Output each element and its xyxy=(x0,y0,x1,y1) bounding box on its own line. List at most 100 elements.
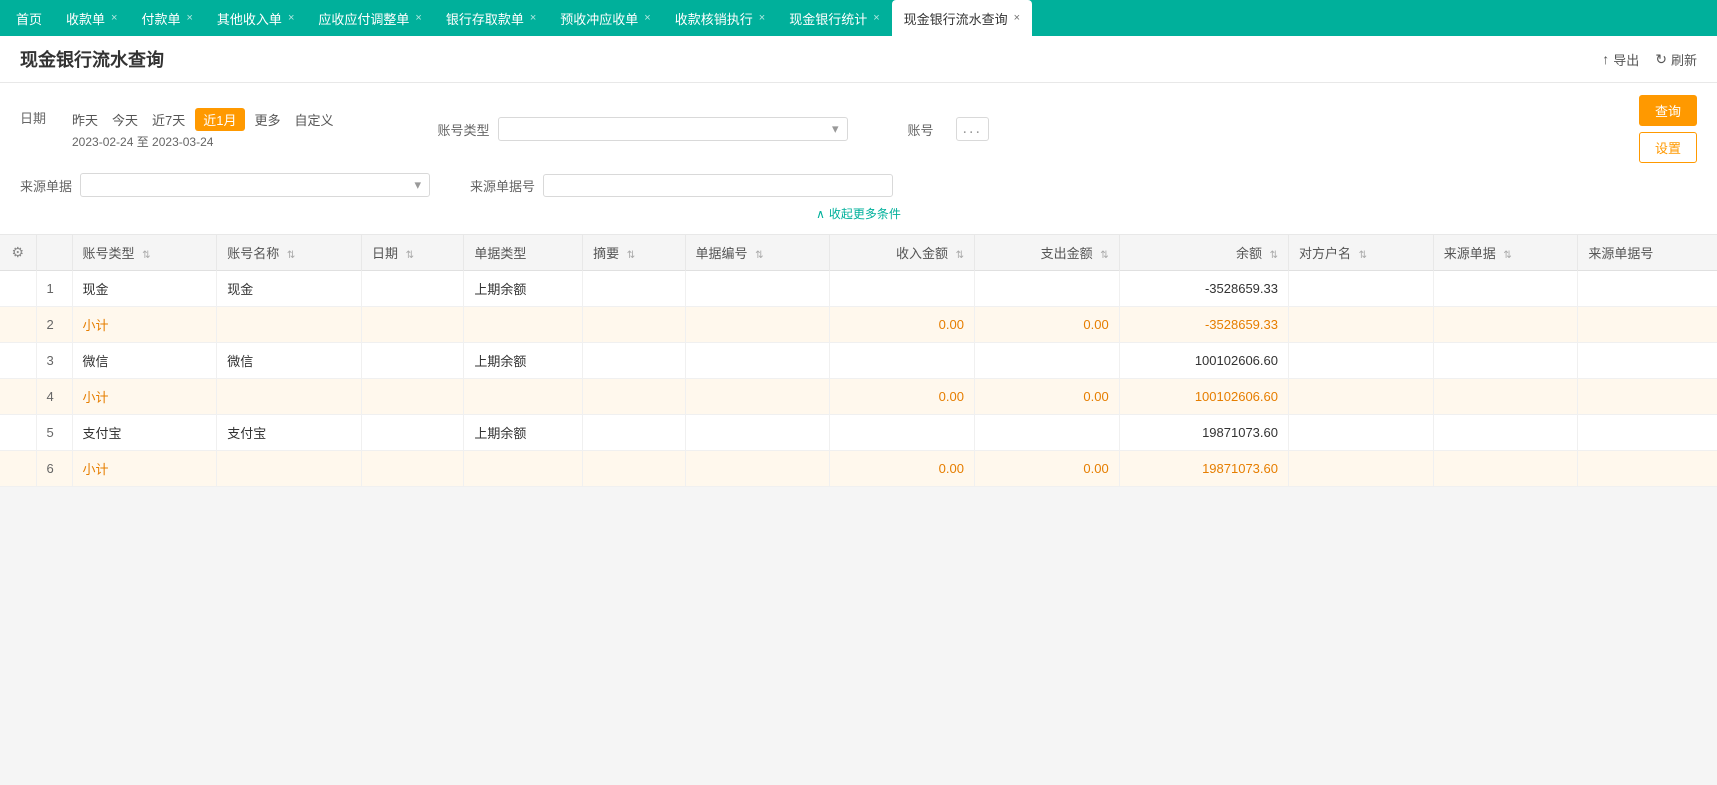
th-doc-num-sort: ⇅ xyxy=(755,250,763,261)
td-balance: 19871073.60 xyxy=(1119,415,1288,451)
th-account-type[interactable]: 账号类型 ⇅ xyxy=(72,235,217,271)
td-expense: 0.00 xyxy=(974,379,1119,415)
th-doc-type[interactable]: 单据类型 xyxy=(464,235,583,271)
export-button[interactable]: ↑ 导出 xyxy=(1602,50,1639,69)
td-income xyxy=(830,415,975,451)
collapse-bar[interactable]: ∧ 收起更多条件 xyxy=(20,201,1697,222)
th-source-doc-num[interactable]: 来源单据号 xyxy=(1578,235,1717,271)
th-expense[interactable]: 支出金额 ⇅ xyxy=(974,235,1119,271)
date-1month[interactable]: 近1月 xyxy=(195,108,244,131)
nav-prepay[interactable]: 预收冲应收单 × xyxy=(548,0,662,36)
th-income[interactable]: 收入金额 ⇅ xyxy=(830,235,975,271)
source-doc-chevron: ▾ xyxy=(414,177,421,193)
td-doc-num xyxy=(685,307,830,343)
nav-prepay-close[interactable]: × xyxy=(644,12,650,24)
nav-ar-adjust-close[interactable]: × xyxy=(415,12,421,24)
nav-other-income-close[interactable]: × xyxy=(288,12,294,24)
table-header-row: ⚙ 账号类型 ⇅ 账号名称 ⇅ 日期 ⇅ 单据类型 xyxy=(0,235,1717,271)
date-custom[interactable]: 自定义 xyxy=(291,108,338,131)
nav-bank-stats[interactable]: 现金银行统计 × xyxy=(777,0,891,36)
table-row[interactable]: 2小计0.000.00-3528659.33 xyxy=(0,307,1717,343)
th-date[interactable]: 日期 ⇅ xyxy=(361,235,463,271)
th-expense-sort: ⇅ xyxy=(1100,250,1108,261)
table-row[interactable]: 4小计0.000.00100102606.60 xyxy=(0,379,1717,415)
td-account-name xyxy=(217,451,362,487)
td-gear xyxy=(0,343,36,379)
nav-bank-deposit-close[interactable]: × xyxy=(530,12,536,24)
nav-bank-flow-close[interactable]: × xyxy=(1014,12,1020,24)
th-balance[interactable]: 余额 ⇅ xyxy=(1119,235,1288,271)
td-source-doc-num xyxy=(1578,379,1717,415)
td-date xyxy=(361,451,463,487)
th-doc-type-label: 单据类型 xyxy=(474,246,526,261)
nav-writeoff[interactable]: 收款核销执行 × xyxy=(663,0,777,36)
filter-row-2: 来源单据 ▾ 来源单据号 xyxy=(20,173,1697,197)
date-more[interactable]: 更多 xyxy=(251,108,285,131)
nav-other-income[interactable]: 其他收入单 × xyxy=(205,0,306,36)
td-doc-num xyxy=(685,451,830,487)
date-today[interactable]: 今天 xyxy=(108,108,142,131)
th-account-name[interactable]: 账号名称 ⇅ xyxy=(217,235,362,271)
td-account-name xyxy=(217,307,362,343)
source-doc-select[interactable]: ▾ xyxy=(80,173,430,197)
filter-row-1: 日期 昨天 今天 近7天 近1月 更多 自定义 2023-02-24 至 202… xyxy=(20,95,1697,163)
td-expense: 0.00 xyxy=(974,451,1119,487)
th-source-doc[interactable]: 来源单据 ⇅ xyxy=(1433,235,1578,271)
nav-payment-close[interactable]: × xyxy=(186,12,192,24)
date-yesterday[interactable]: 昨天 xyxy=(68,108,102,131)
td-source-doc-num xyxy=(1578,271,1717,307)
source-doc-num-input[interactable] xyxy=(543,174,893,197)
account-type-filter: 账号类型 ▾ xyxy=(438,117,848,141)
table-row[interactable]: 6小计0.000.0019871073.60 xyxy=(0,451,1717,487)
filter-area: 日期 昨天 今天 近7天 近1月 更多 自定义 2023-02-24 至 202… xyxy=(0,83,1717,235)
nav-writeoff-label: 收款核销执行 xyxy=(675,9,753,28)
refresh-button[interactable]: ↻ 刷新 xyxy=(1655,50,1697,69)
td-expense xyxy=(974,271,1119,307)
table-area: ⚙ 账号类型 ⇅ 账号名称 ⇅ 日期 ⇅ 单据类型 xyxy=(0,235,1717,487)
table-row[interactable]: 3微信微信上期余额100102606.60 xyxy=(0,343,1717,379)
nav-receipt-close[interactable]: × xyxy=(111,12,117,24)
td-doc-num xyxy=(685,379,830,415)
td-counterpart xyxy=(1288,379,1433,415)
account-type-select[interactable]: ▾ xyxy=(498,117,848,141)
th-summary[interactable]: 摘要 ⇅ xyxy=(583,235,685,271)
nav-payment[interactable]: 付款单 × xyxy=(129,0,204,36)
date-7days[interactable]: 近7天 xyxy=(148,108,189,131)
th-balance-sort: ⇅ xyxy=(1270,250,1278,261)
td-source-doc xyxy=(1433,307,1578,343)
table-row[interactable]: 1现金现金上期余额-3528659.33 xyxy=(0,271,1717,307)
settings-button[interactable]: 设置 xyxy=(1639,132,1697,163)
th-counterpart-sort: ⇅ xyxy=(1359,250,1367,261)
account-dots-btn[interactable]: ... xyxy=(956,117,989,141)
td-summary xyxy=(583,451,685,487)
nav-ar-adjust[interactable]: 应收应付调整单 × xyxy=(306,0,433,36)
td-account-type: 现金 xyxy=(72,271,217,307)
nav-bank-stats-close[interactable]: × xyxy=(873,12,879,24)
th-counterpart[interactable]: 对方户名 ⇅ xyxy=(1288,235,1433,271)
td-date xyxy=(361,343,463,379)
td-num: 3 xyxy=(36,343,72,379)
query-button[interactable]: 查询 xyxy=(1639,95,1697,126)
nav-bank-deposit[interactable]: 银行存取款单 × xyxy=(434,0,548,36)
nav-writeoff-close[interactable]: × xyxy=(759,12,765,24)
collapse-icon: ∧ xyxy=(816,207,825,221)
td-summary xyxy=(583,379,685,415)
th-gear[interactable]: ⚙ xyxy=(0,235,36,271)
td-doc-type: 上期余额 xyxy=(464,343,583,379)
th-date-label: 日期 xyxy=(372,246,398,261)
td-source-doc xyxy=(1433,271,1578,307)
nav-bank-flow[interactable]: 现金银行流水查询 × xyxy=(892,0,1032,36)
td-source-doc xyxy=(1433,451,1578,487)
td-doc-type: 上期余额 xyxy=(464,271,583,307)
td-gear xyxy=(0,307,36,343)
date-filter: 日期 昨天 今天 近7天 近1月 更多 自定义 2023-02-24 至 202… xyxy=(20,108,338,150)
td-account-type: 小计 xyxy=(72,307,217,343)
td-num: 2 xyxy=(36,307,72,343)
table-row[interactable]: 5支付宝支付宝上期余额19871073.60 xyxy=(0,415,1717,451)
source-doc-num-filter: 来源单据号 xyxy=(470,174,893,197)
nav-receipt[interactable]: 收款单 × xyxy=(54,0,129,36)
nav-home[interactable]: 首页 xyxy=(4,0,54,36)
th-expense-label: 支出金额 xyxy=(1041,246,1093,261)
th-doc-num[interactable]: 单据编号 ⇅ xyxy=(685,235,830,271)
td-account-type: 小计 xyxy=(72,379,217,415)
